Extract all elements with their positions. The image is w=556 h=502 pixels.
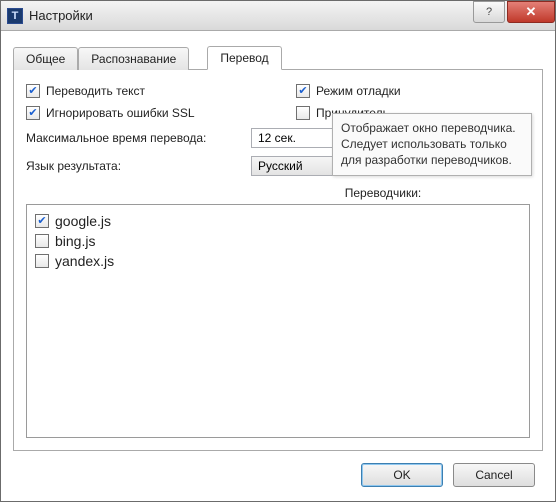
list-item[interactable]: yandex.js	[35, 251, 521, 271]
window-title: Настройки	[29, 8, 93, 23]
checkbox-translate-text[interactable]: ✔ Переводить текст	[26, 84, 236, 98]
checkbox-debug-mode[interactable]: ✔ Режим отладки	[296, 84, 401, 98]
window-controls	[473, 1, 555, 23]
check-icon: ✔	[26, 106, 40, 120]
tab-recognition[interactable]: Распознавание	[78, 47, 189, 70]
check-icon: ✔	[296, 84, 310, 98]
list-item-label: bing.js	[55, 233, 95, 249]
checkbox-label: Игнорировать ошибки SSL	[46, 106, 195, 120]
dialog-buttons: OK Cancel	[13, 451, 543, 491]
checkbox-label: Переводить текст	[46, 84, 145, 98]
check-icon	[296, 106, 310, 120]
check-icon	[35, 234, 49, 248]
combo-value: Русский	[258, 159, 303, 173]
translators-list[interactable]: ✔ google.js bing.js yandex.js	[26, 204, 530, 438]
ok-button[interactable]: OK	[361, 463, 443, 487]
check-icon: ✔	[35, 214, 49, 228]
list-item-label: google.js	[55, 213, 111, 229]
tab-strip: Общее Распознавание Перевод	[13, 45, 543, 70]
checkbox-ignore-ssl[interactable]: ✔ Игнорировать ошибки SSL	[26, 106, 236, 120]
tab-translation[interactable]: Перевод	[207, 46, 281, 70]
titlebar: T Настройки	[1, 1, 555, 31]
client-area: Общее Распознавание Перевод ✔ Переводить…	[1, 31, 555, 501]
app-icon: T	[7, 8, 23, 24]
checkbox-label: Режим отладки	[316, 84, 401, 98]
tab-general[interactable]: Общее	[13, 47, 78, 70]
label-max-time: Максимальное время перевода:	[26, 131, 251, 145]
list-item[interactable]: ✔ google.js	[35, 211, 521, 231]
cancel-button[interactable]: Cancel	[453, 463, 535, 487]
check-icon: ✔	[26, 84, 40, 98]
check-icon	[35, 254, 49, 268]
close-button[interactable]	[507, 1, 555, 23]
tooltip: Отображает окно переводчика. Следует исп…	[332, 113, 532, 176]
settings-window: T Настройки Общее Распознавание Перевод …	[0, 0, 556, 502]
translators-label: Переводчики:	[236, 186, 530, 200]
list-item[interactable]: bing.js	[35, 231, 521, 251]
label-result-lang: Язык результата:	[26, 159, 251, 173]
help-button[interactable]	[473, 1, 505, 23]
list-item-label: yandex.js	[55, 253, 114, 269]
